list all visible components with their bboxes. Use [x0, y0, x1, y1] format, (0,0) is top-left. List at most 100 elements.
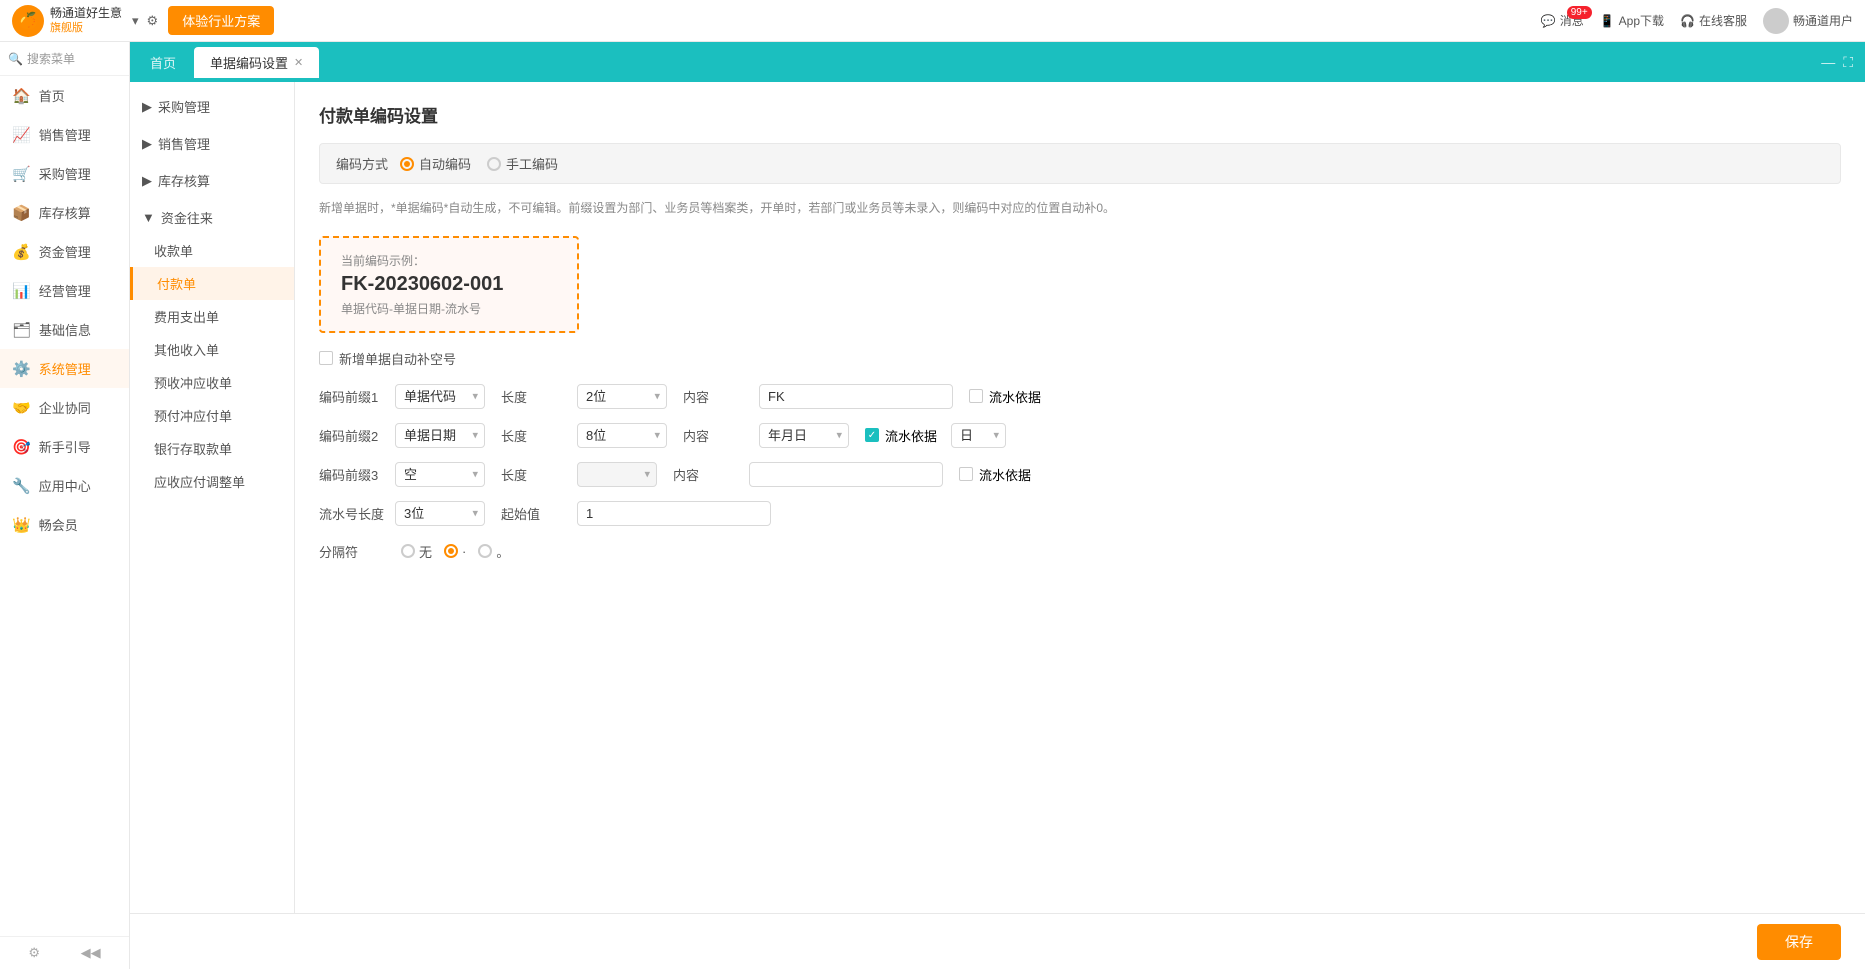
content1-label: 内容 — [683, 387, 753, 406]
radio-auto-code[interactable]: 自动编码 — [400, 154, 471, 173]
content1-input[interactable] — [759, 384, 953, 409]
auto-fill-row: 新增单据自动补空号 — [319, 349, 1841, 368]
tab-close-btn[interactable]: ✕ — [294, 56, 303, 69]
sub-nav-header-inventory[interactable]: ▶ 库存核算 — [130, 164, 294, 197]
tab-bar: 首页 单据编码设置 ✕ — ⛶ — [130, 42, 1865, 82]
radio-manual-circle — [487, 157, 501, 171]
serial-length-select[interactable]: 3位 4位 5位 6位 — [395, 501, 485, 526]
sidebar-item-label: 资金管理 — [39, 242, 91, 261]
tab-maximize-btn[interactable]: ⛶ — [1843, 54, 1853, 71]
logo-name: 畅通道好生意 — [50, 6, 122, 22]
save-bar: 保存 — [130, 913, 1865, 969]
length3-label: 长度 — [501, 465, 571, 484]
sub-nav-other-income[interactable]: 其他收入单 — [130, 333, 294, 366]
length1-select[interactable]: 2位 — [577, 384, 667, 409]
auto-fill-checkbox[interactable] — [319, 351, 333, 365]
user-avatar — [1763, 8, 1789, 34]
form-section: 编码前缀1 单据代码 长度 2位 — [319, 384, 1841, 526]
sub-nav-receipt[interactable]: 收款单 — [130, 234, 294, 267]
industry-btn[interactable]: 体验行业方案 — [168, 6, 274, 35]
sub-nav-prepay-pay[interactable]: 预付冲应付单 — [130, 399, 294, 432]
tab-serial-config[interactable]: 单据编码设置 ✕ — [194, 47, 319, 78]
sub-nav-payment[interactable]: 付款单 — [130, 267, 294, 300]
capital-icon: 💰 — [12, 243, 31, 261]
sidebar-item-newbie[interactable]: 🎯 新手引导 — [0, 427, 129, 466]
sidebar-item-system[interactable]: ⚙️ 系统管理 — [0, 349, 129, 388]
serial2-item: 流水依据 日 月 年 — [865, 423, 1006, 448]
sidebar-item-basic[interactable]: 🗂 基础信息 — [0, 310, 129, 349]
apps-icon: 🔧 — [12, 477, 31, 495]
message-action[interactable]: 💬 消息 99+ — [1541, 12, 1584, 29]
tab-minimize-btn[interactable]: — — [1821, 54, 1835, 70]
download-icon: 📱 — [1600, 14, 1615, 28]
settings-bottom-btn[interactable]: ⚙ — [28, 945, 40, 961]
serial1-checkbox[interactable] — [969, 389, 983, 403]
sub-nav-header-sales[interactable]: ▶ 销售管理 — [130, 127, 294, 160]
sidebar-item-apps[interactable]: 🔧 应用中心 — [0, 466, 129, 505]
sep-dash-symbol: 。 — [496, 542, 509, 561]
sub-sidebar: ▶ 采购管理 ▶ 销售管理 ▶ 库存核算 — [130, 82, 295, 913]
user-info[interactable]: 畅通道用户 — [1763, 8, 1853, 34]
sidebar-item-label: 首页 — [39, 86, 65, 105]
prefix2-select[interactable]: 单据日期 — [395, 423, 485, 448]
content2-item: 内容 年月日 — [683, 423, 849, 448]
prefix3-select-wrapper: 空 — [395, 462, 485, 487]
sep-dash-radio[interactable]: 。 — [478, 542, 509, 561]
settings-icon[interactable]: ⚙ — [147, 13, 159, 29]
sub-nav-expense[interactable]: 费用支出单 — [130, 300, 294, 333]
sidebar-search[interactable]: 🔍 搜索菜单 — [0, 42, 129, 76]
sub-nav-header-capital[interactable]: ▼ 资金往来 — [130, 201, 294, 234]
sub-nav-prepay-recv[interactable]: 预收冲应收单 — [130, 366, 294, 399]
serial2-checkbox[interactable] — [865, 428, 879, 442]
serial1-label: 流水依据 — [989, 387, 1041, 406]
sub-nav-adj[interactable]: 应收应付调整单 — [130, 465, 294, 498]
prefix1-label: 编码前缀1 — [319, 387, 389, 406]
radio-manual-code[interactable]: 手工编码 — [487, 154, 558, 173]
message-icon: 💬 — [1541, 14, 1556, 28]
top-bar-right: 💬 消息 99+ 📱 App下载 🎧 在线客服 畅通道用户 — [1541, 8, 1853, 34]
start-value-label: 起始值 — [501, 504, 571, 523]
sep-dot-radio[interactable]: · — [444, 544, 466, 559]
sub-nav-group-capital: ▼ 资金往来 收款单 付款单 费用支出单 其他收入单 预收冲应收单 预付冲应付单… — [130, 201, 294, 498]
sidebar-item-operation[interactable]: 📊 经营管理 — [0, 271, 129, 310]
sep-none-radio[interactable]: 无 — [401, 542, 432, 561]
sidebar-item-vip[interactable]: 👑 畅会员 — [0, 505, 129, 544]
prefix3-select[interactable]: 空 — [395, 462, 485, 487]
sidebar-item-enterprise[interactable]: 🤝 企业协同 — [0, 388, 129, 427]
length2-item: 长度 8位 — [501, 423, 667, 448]
save-button[interactable]: 保存 — [1757, 924, 1841, 960]
collapse-btn[interactable]: ◀◀ — [81, 945, 101, 961]
length2-select[interactable]: 8位 — [577, 423, 667, 448]
sidebar-bottom: ⚙ ◀◀ — [0, 936, 129, 969]
prefix3-item: 编码前缀3 空 — [319, 462, 485, 487]
prefix1-select[interactable]: 单据代码 — [395, 384, 485, 409]
app-download-action[interactable]: 📱 App下载 — [1600, 12, 1664, 29]
sidebar-nav: 🏠 首页 📈 销售管理 🛒 采购管理 📦 库存核算 💰 资金管理 📊 经 — [0, 76, 129, 936]
page-title: 付款单编码设置 — [319, 102, 1841, 127]
sidebar-item-purchase[interactable]: 🛒 采购管理 — [0, 154, 129, 193]
sidebar-item-inventory[interactable]: 📦 库存核算 — [0, 193, 129, 232]
sidebar-item-capital[interactable]: 💰 资金管理 — [0, 232, 129, 271]
logo-icon: 🍊 — [12, 5, 44, 37]
length2-select-wrapper: 8位 — [577, 423, 667, 448]
period2-select[interactable]: 日 月 年 — [951, 423, 1006, 448]
sub-nav-bank[interactable]: 银行存取款单 — [130, 432, 294, 465]
sub-nav-label: 采购管理 — [158, 97, 210, 116]
start-value-input[interactable] — [577, 501, 771, 526]
manual-code-label: 手工编码 — [506, 154, 558, 173]
tab-home[interactable]: 首页 — [134, 47, 192, 78]
serial3-checkbox[interactable] — [959, 467, 973, 481]
sidebar-item-home[interactable]: 🏠 首页 — [0, 76, 129, 115]
sidebar-item-label: 新手引导 — [39, 437, 91, 456]
sub-nav-header-purchase[interactable]: ▶ 采购管理 — [130, 90, 294, 123]
sidebar-item-sales[interactable]: 📈 销售管理 — [0, 115, 129, 154]
content2-select[interactable]: 年月日 — [759, 423, 849, 448]
auto-fill-label: 新增单据自动补空号 — [339, 349, 456, 368]
online-service-action[interactable]: 🎧 在线客服 — [1680, 12, 1747, 29]
prefix2-item: 编码前缀2 单据日期 — [319, 423, 485, 448]
separator-label: 分隔符 — [319, 542, 389, 561]
home-icon: 🏠 — [12, 87, 31, 105]
content3-input[interactable] — [749, 462, 943, 487]
message-badge: 99+ — [1567, 6, 1592, 19]
length3-select[interactable] — [577, 462, 657, 487]
